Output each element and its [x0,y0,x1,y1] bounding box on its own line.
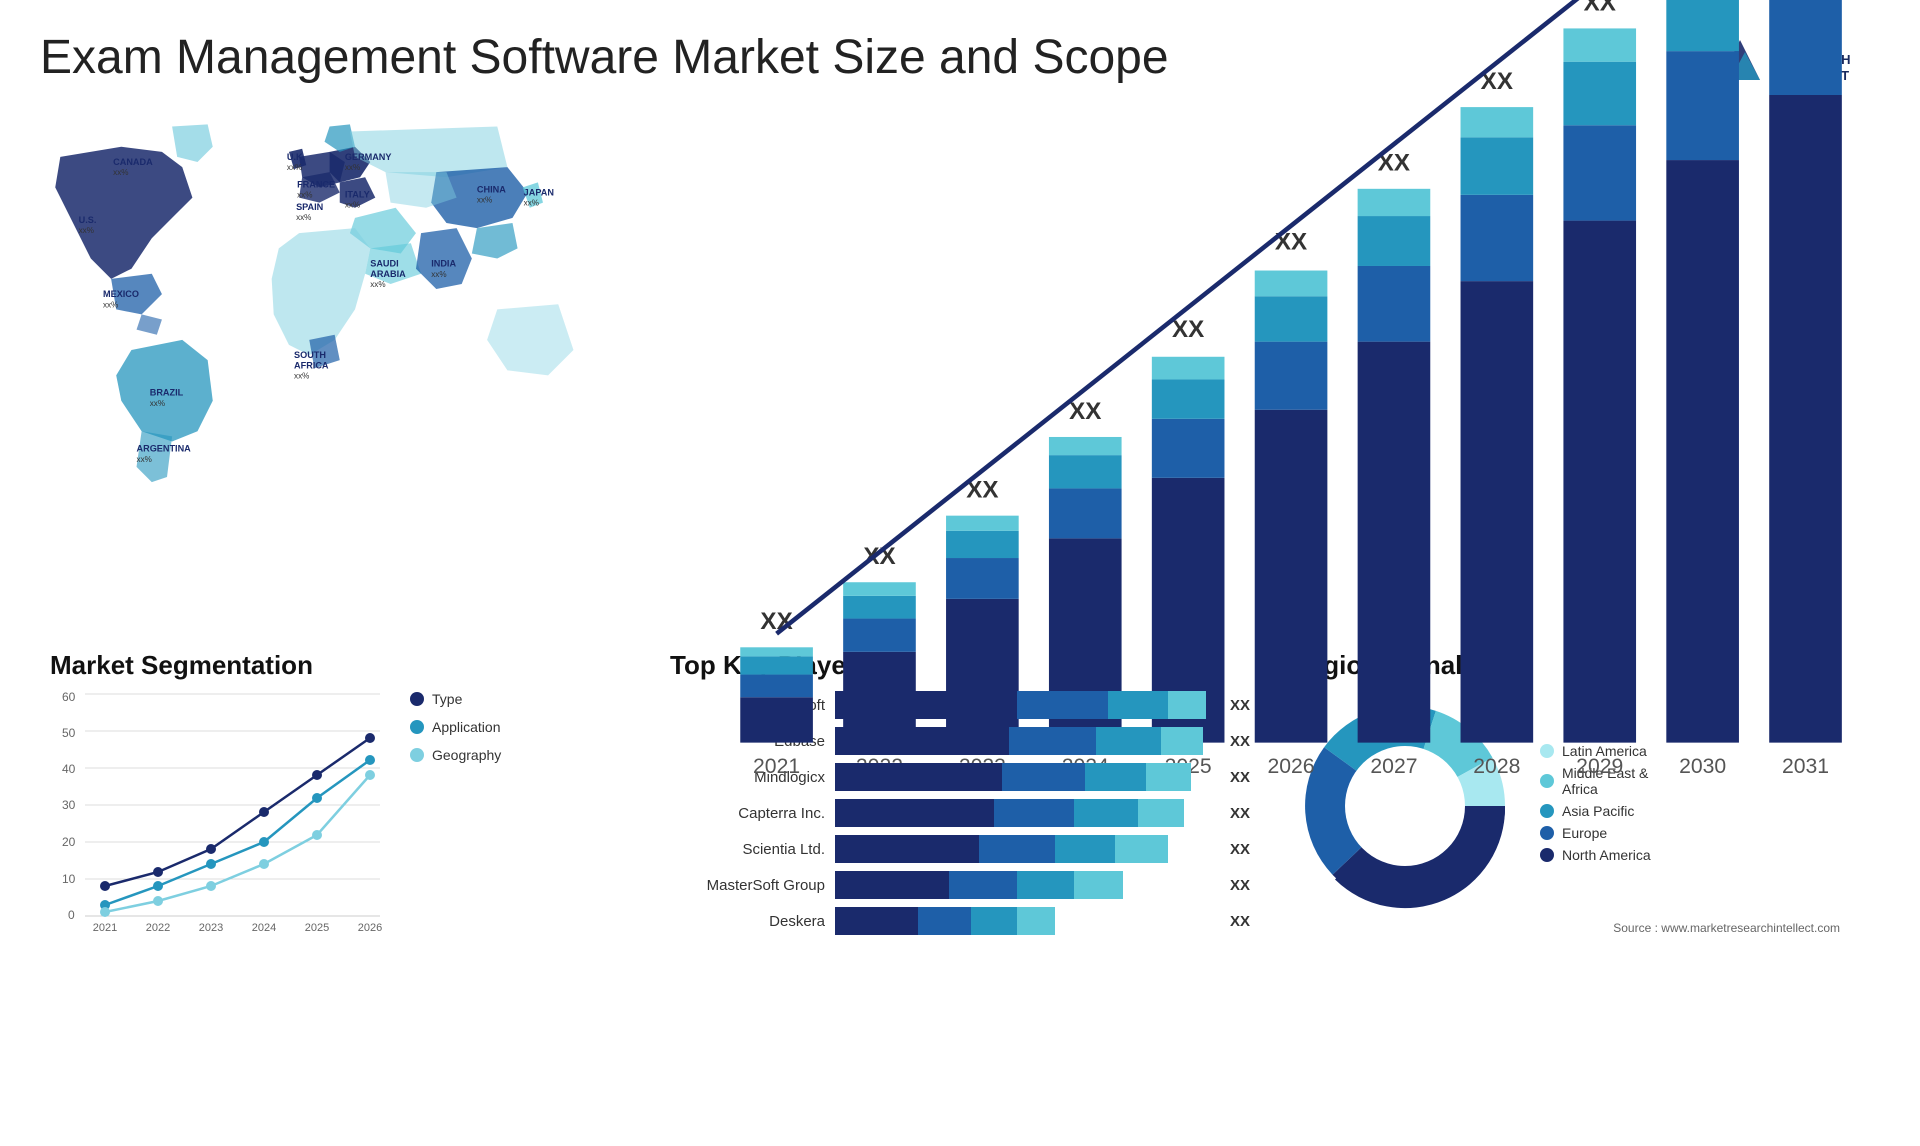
svg-text:2021: 2021 [753,755,800,778]
world-map: CANADA xx% U.S. xx% MEXICO xx% BRAZIL xx… [40,110,670,590]
svg-text:2027: 2027 [1370,755,1417,778]
svg-text:CANADA: CANADA [113,157,153,167]
svg-text:60: 60 [62,691,76,704]
legend-application: Application [410,719,501,735]
svg-text:xx%: xx% [79,226,94,235]
svg-text:xx%: xx% [137,455,152,464]
svg-text:xx%: xx% [370,280,385,289]
svg-text:SOUTH: SOUTH [294,350,326,360]
svg-text:ITALY: ITALY [345,190,370,200]
map-section: CANADA xx% U.S. xx% MEXICO xx% BRAZIL xx… [30,100,680,630]
svg-text:XX: XX [1172,316,1204,343]
application-dot [410,720,424,734]
legend-geography: Geography [410,747,501,763]
svg-text:BRAZIL: BRAZIL [150,388,184,398]
svg-text:20: 20 [62,835,76,849]
type-dot [410,692,424,706]
svg-text:xx%: xx% [103,300,118,309]
svg-text:2021: 2021 [93,922,117,931]
svg-text:INDIA: INDIA [431,259,456,269]
svg-text:2023: 2023 [199,922,223,931]
svg-text:XX: XX [1584,0,1616,16]
svg-text:SAUDI: SAUDI [370,259,398,269]
svg-text:0: 0 [68,908,75,922]
geography-dot [410,748,424,762]
svg-text:50: 50 [62,726,76,740]
svg-text:xx%: xx% [431,270,446,279]
svg-text:xx%: xx% [294,371,309,380]
svg-text:CHINA: CHINA [477,185,506,195]
svg-text:ARABIA: ARABIA [370,269,406,279]
svg-text:ARGENTINA: ARGENTINA [137,444,192,454]
svg-text:xx%: xx% [287,163,302,172]
svg-text:2026: 2026 [1267,755,1314,778]
svg-text:xx%: xx% [477,196,492,205]
segmentation-title: Market Segmentation [50,650,630,681]
svg-text:xx%: xx% [524,199,539,208]
svg-text:SPAIN: SPAIN [296,202,323,212]
svg-text:GERMANY: GERMANY [345,152,392,162]
page-title: Exam Management Software Market Size and… [40,30,1169,85]
svg-text:2025: 2025 [305,922,329,931]
svg-text:2026: 2026 [358,922,382,931]
svg-text:xx%: xx% [113,168,128,177]
bar-chart-section: XX XX [680,100,1890,630]
svg-text:MEXICO: MEXICO [103,289,139,299]
svg-text:2030: 2030 [1679,755,1726,778]
svg-text:2024: 2024 [252,922,276,931]
svg-text:U.K.: U.K. [287,152,305,162]
svg-text:10: 10 [62,872,76,886]
svg-text:xx%: xx% [150,399,165,408]
svg-text:XX: XX [863,543,895,570]
svg-text:U.S.: U.S. [79,215,97,225]
segmentation-chart: 0 10 20 30 40 50 60 [50,691,390,931]
svg-text:40: 40 [62,762,76,776]
svg-text:2029: 2029 [1576,755,1623,778]
svg-text:2031: 2031 [1782,755,1829,778]
svg-text:XX: XX [1069,398,1101,425]
map-svg: CANADA xx% U.S. xx% MEXICO xx% BRAZIL xx… [40,110,670,590]
svg-text:FRANCE: FRANCE [297,179,335,189]
segmentation-section: Market Segmentation 0 10 20 30 40 50 60 [40,640,640,953]
svg-text:30: 30 [62,798,76,812]
legend-type: Type [410,691,501,707]
svg-text:xx%: xx% [345,163,360,172]
segmentation-legend: Type Application Geography [410,691,501,769]
svg-text:xx%: xx% [297,191,312,200]
svg-text:JAPAN: JAPAN [524,188,554,198]
svg-text:2028: 2028 [1473,755,1520,778]
svg-text:2022: 2022 [146,922,170,931]
svg-text:xx%: xx% [345,201,360,210]
svg-text:xx%: xx% [296,213,311,222]
svg-text:AFRICA: AFRICA [294,360,329,370]
